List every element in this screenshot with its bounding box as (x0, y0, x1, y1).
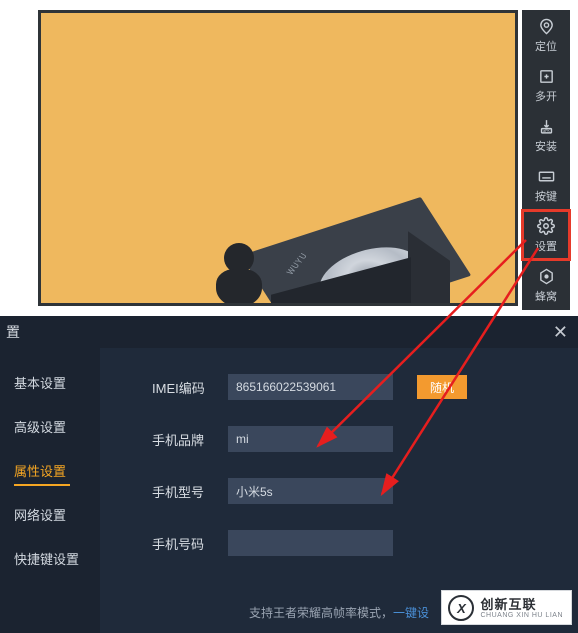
input-model[interactable] (228, 478, 393, 504)
toolbar-keys-label: 按键 (535, 188, 557, 204)
sidebar-item-label: 网络设置 (14, 505, 66, 524)
toolbar-locate-label: 定位 (535, 38, 557, 54)
toolbar-nest-label: 蜂窝 (535, 288, 557, 304)
right-toolbar: 定位 多开 aPK 安装 按键 设置 (522, 10, 570, 310)
label-brand: 手机品牌 (152, 430, 228, 449)
settings-panel: 置 ✕ 基本设置 高级设置 属性设置 网络设置 快捷键设置 IMEI编码 随机 … (0, 316, 578, 633)
input-imei[interactable] (228, 374, 393, 400)
toolbar-install[interactable]: aPK 安装 (522, 110, 570, 160)
row-imei: IMEI编码 随机 (152, 374, 558, 400)
label-number: 手机号码 (152, 534, 228, 553)
plus-box-icon (536, 66, 556, 86)
hex-icon (536, 266, 556, 286)
sidebar-item-attrs[interactable]: 属性设置 (0, 448, 100, 492)
watermark: X 创新互联 CHUANG XIN HU LIAN (441, 590, 572, 625)
sidebar-item-label: 基本设置 (14, 373, 66, 392)
toolbar-multi[interactable]: 多开 (522, 60, 570, 110)
svg-text:aPK: aPK (543, 128, 550, 132)
settings-sidebar: 基本设置 高级设置 属性设置 网络设置 快捷键设置 (0, 316, 100, 633)
input-number[interactable] (228, 530, 393, 556)
apk-icon: aPK (536, 116, 556, 136)
sidebar-item-label: 快捷键设置 (14, 549, 79, 568)
row-number: 手机号码 (152, 530, 558, 556)
row-brand: 手机品牌 (152, 426, 558, 452)
emulator-area: WUYU JUTO 定位 多开 aPK (0, 0, 578, 316)
sidebar-item-advanced[interactable]: 高级设置 (0, 404, 100, 448)
watermark-logo-icon: X (448, 595, 474, 621)
row-model: 手机型号 (152, 478, 558, 504)
label-model: 手机型号 (152, 482, 228, 501)
keyboard-icon (536, 166, 556, 186)
emulator-viewport: WUYU JUTO (38, 10, 518, 306)
toolbar-locate[interactable]: 定位 (522, 10, 570, 60)
disk-drive-graphic: WUYU JUTO (266, 178, 461, 306)
toolbar-settings[interactable]: 设置 (522, 210, 570, 260)
sidebar-item-shortcut[interactable]: 快捷键设置 (0, 536, 100, 580)
toolbar-settings-label: 设置 (535, 238, 557, 254)
drive-label-wuyu: WUYU (285, 251, 310, 276)
form-area: IMEI编码 随机 手机品牌 手机型号 手机号码 支持王者荣耀高帧率模式，一键设 (100, 316, 578, 633)
panel-title: 置 (6, 322, 20, 342)
gear-icon (536, 216, 556, 236)
label-imei: IMEI编码 (152, 378, 228, 397)
pin-icon (536, 16, 556, 36)
footer-desc: 支持王者荣耀高帧率模式， (249, 606, 393, 620)
pawn-graphic (216, 243, 262, 306)
toolbar-install-label: 安装 (535, 138, 557, 154)
sidebar-item-label: 属性设置 (14, 461, 66, 480)
footer-link[interactable]: 一键设 (393, 606, 429, 620)
toolbar-keys[interactable]: 按键 (522, 160, 570, 210)
watermark-cn: 创新互联 (480, 598, 563, 611)
input-brand[interactable] (228, 426, 393, 452)
toolbar-nest[interactable]: 蜂窝 (522, 260, 570, 310)
random-button[interactable]: 随机 (417, 375, 467, 399)
toolbar-multi-label: 多开 (535, 88, 557, 104)
sidebar-item-label: 高级设置 (14, 417, 66, 436)
watermark-en: CHUANG XIN HU LIAN (480, 612, 563, 619)
sidebar-item-basic[interactable]: 基本设置 (0, 360, 100, 404)
sidebar-item-network[interactable]: 网络设置 (0, 492, 100, 536)
